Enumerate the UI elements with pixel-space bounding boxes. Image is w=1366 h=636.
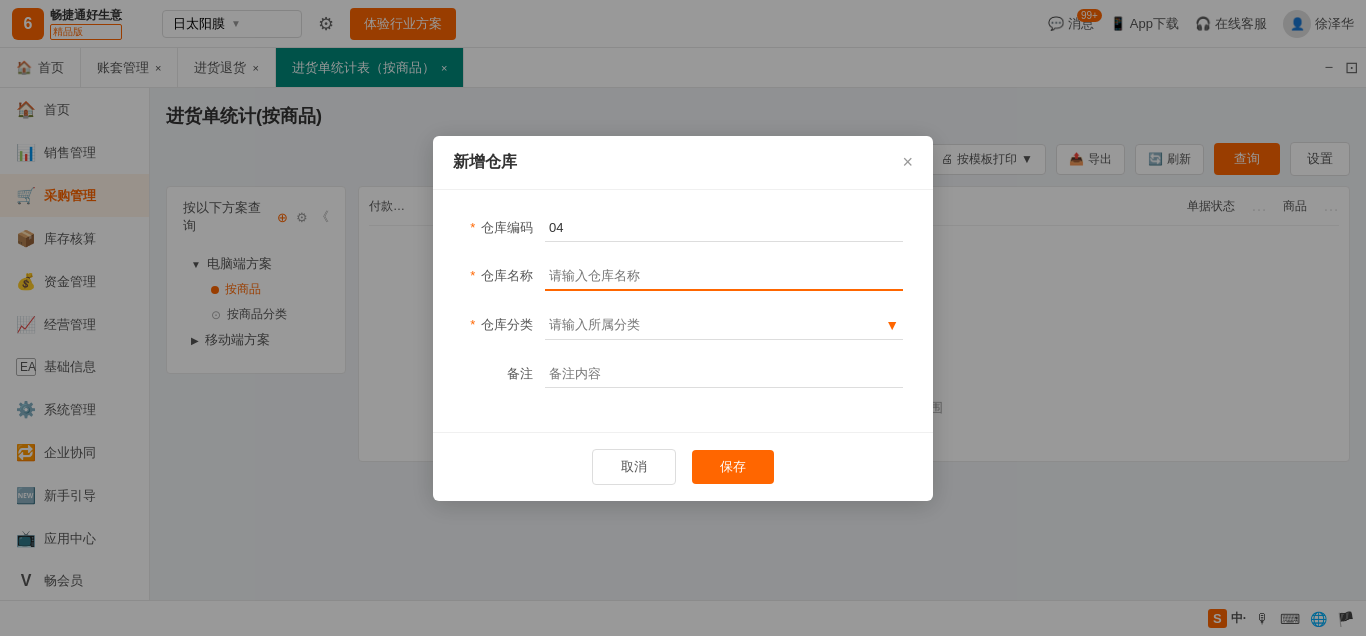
new-warehouse-modal: 新增仓库 × * 仓库编码 * 仓库名称 [433,136,933,501]
category-dropdown-icon[interactable]: ▼ [885,317,899,333]
form-row-code: * 仓库编码 [463,214,903,242]
form-row-name: * 仓库名称 [463,262,903,291]
form-row-category: * 仓库分类 ▼ [463,311,903,340]
category-select[interactable]: ▼ [545,311,903,340]
category-label-text: 仓库分类 [481,317,533,332]
modal-close-button[interactable]: × [902,152,913,173]
name-label-text: 仓库名称 [481,268,533,283]
note-label: 备注 [463,365,533,383]
code-label-text: 仓库编码 [481,220,533,235]
warehouse-name-input[interactable] [545,262,903,291]
warehouse-note-input[interactable] [545,360,903,388]
cancel-button[interactable]: 取消 [592,449,676,485]
category-label: * 仓库分类 [463,316,533,334]
code-label: * 仓库编码 [463,219,533,237]
name-label: * 仓库名称 [463,267,533,285]
save-button[interactable]: 保存 [692,450,774,484]
required-star-name: * [470,268,475,283]
note-label-text: 备注 [507,366,533,381]
modal-title: 新增仓库 [453,152,517,173]
category-input[interactable] [549,317,885,332]
required-star-code: * [470,220,475,235]
modal-overlay: 新增仓库 × * 仓库编码 * 仓库名称 [0,0,1366,636]
warehouse-code-input[interactable] [545,214,903,242]
modal-footer: 取消 保存 [433,432,933,501]
modal-header: 新增仓库 × [433,136,933,190]
form-row-note: 备注 [463,360,903,388]
modal-body: * 仓库编码 * 仓库名称 * 仓库分类 [433,190,933,432]
required-star-category: * [470,317,475,332]
